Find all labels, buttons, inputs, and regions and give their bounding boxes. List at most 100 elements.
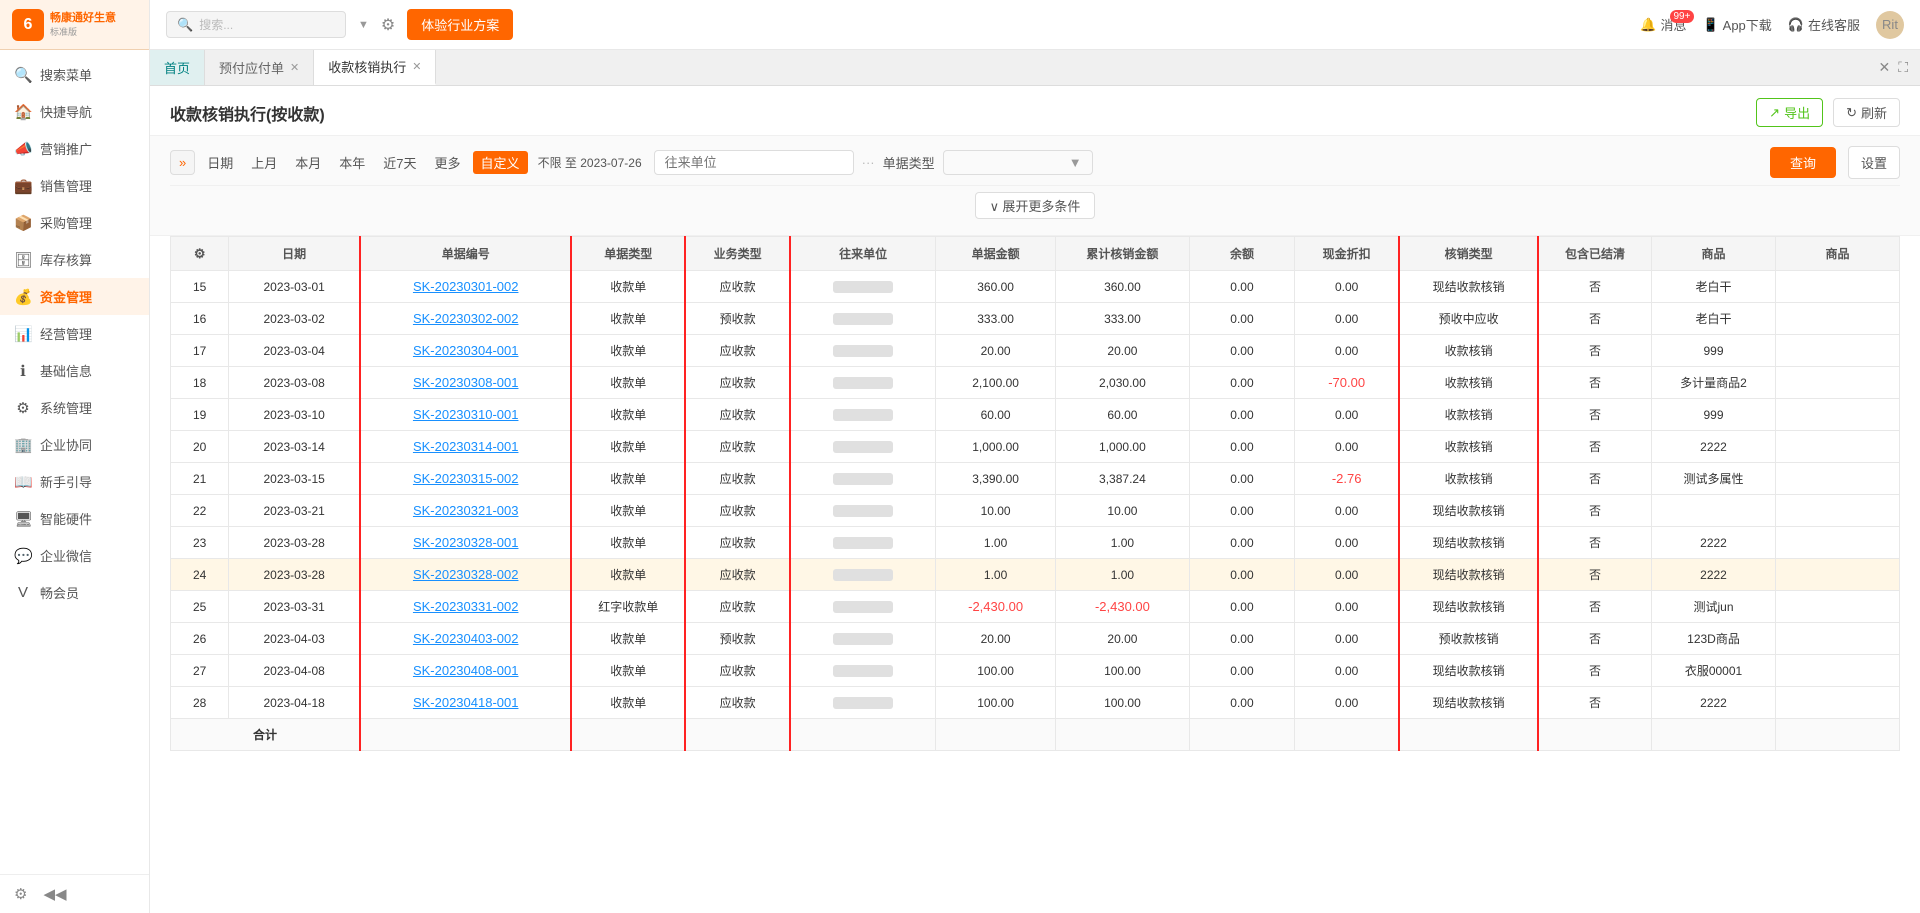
- sidebar-item-sales[interactable]: 💼销售管理: [0, 167, 149, 204]
- doc-link[interactable]: SK-20230304-001: [413, 343, 519, 358]
- table-row: 17 2023-03-04 SK-20230304-001 收款单 应收款 20…: [171, 335, 1900, 367]
- collapse-icon[interactable]: ◀◀: [43, 885, 66, 903]
- doc-link[interactable]: SK-20230403-002: [413, 631, 519, 646]
- cell-writeoff-type: 现结收款核销: [1399, 527, 1537, 559]
- th-cum-amount: 累计核销金额: [1055, 237, 1189, 271]
- doc-link[interactable]: SK-20230301-002: [413, 279, 519, 294]
- cell-no: 20: [171, 431, 229, 463]
- cell-balance: 0.00: [1189, 559, 1294, 591]
- filter-expand-row: ∨ 展开更多条件: [170, 185, 1900, 225]
- settings-icon[interactable]: ⚙: [14, 885, 27, 903]
- th-balance: 余额: [1189, 237, 1294, 271]
- chevron-down-icon: ∨: [990, 199, 1000, 214]
- date-last-7days[interactable]: 近7天: [377, 151, 422, 174]
- sidebar-item-operation[interactable]: 📊经营管理: [0, 315, 149, 352]
- sidebar-item-hardware[interactable]: 🖥智能硬件: [0, 500, 149, 537]
- wechat-icon: 💬: [14, 547, 32, 565]
- close-all-icon[interactable]: ✕: [1878, 59, 1890, 76]
- th-amount: 单据金额: [936, 237, 1056, 271]
- sidebar-label-system: 系统管理: [40, 398, 92, 417]
- cell-cum-amount: 100.00: [1055, 655, 1189, 687]
- query-button[interactable]: 查询: [1770, 147, 1836, 178]
- sidebar-item-finance[interactable]: 💰资金管理: [0, 278, 149, 315]
- date-this-month[interactable]: 本月: [289, 151, 327, 174]
- doc-link[interactable]: SK-20230408-001: [413, 663, 519, 678]
- cell-date: 2023-03-01: [229, 271, 360, 303]
- table-row: 15 2023-03-01 SK-20230301-002 收款单 应收款 36…: [171, 271, 1900, 303]
- cell-doc-type: 收款单: [571, 431, 685, 463]
- tab-receipt-writeoff[interactable]: 收款核销执行✕: [314, 50, 436, 85]
- sidebar-item-corp[interactable]: 🏢企业协同: [0, 426, 149, 463]
- sidebar-bottom: ⚙ ◀◀: [0, 874, 149, 913]
- filter-expand-button[interactable]: »: [170, 150, 195, 175]
- date-more[interactable]: 更多: [429, 151, 467, 174]
- cell-goods1: 2222: [1652, 687, 1776, 719]
- cell-biz-type: 应收款: [685, 431, 790, 463]
- sidebar-item-shortcut[interactable]: 🏠快捷导航: [0, 93, 149, 130]
- doc-link[interactable]: SK-20230328-001: [413, 535, 519, 550]
- cell-no: 23: [171, 527, 229, 559]
- expand-icon[interactable]: ⛶: [1898, 59, 1908, 76]
- tab-close-pre-payable[interactable]: ✕: [290, 61, 299, 74]
- cell-doc-type: 收款单: [571, 271, 685, 303]
- doc-link[interactable]: SK-20230331-002: [413, 599, 519, 614]
- cell-writeoff-type: 收款核销: [1399, 399, 1537, 431]
- tab-pre-payable[interactable]: 预付应付单✕: [205, 50, 314, 85]
- doc-link[interactable]: SK-20230308-001: [413, 375, 519, 390]
- user-avatar[interactable]: Rit: [1876, 11, 1904, 39]
- topbar-dropdown-icon[interactable]: ▼: [358, 19, 369, 31]
- topbar-search[interactable]: 🔍 搜索...: [166, 11, 346, 38]
- doc-type-select[interactable]: ▼: [943, 150, 1093, 175]
- cell-unit: [790, 687, 936, 719]
- cell-balance: 0.00: [1189, 591, 1294, 623]
- sidebar-item-marketing[interactable]: 📣营销推广: [0, 130, 149, 167]
- sidebar-item-purchase[interactable]: 📦采购管理: [0, 204, 149, 241]
- date-last-month[interactable]: 上月: [245, 151, 283, 174]
- cell-amount: 20.00: [936, 623, 1056, 655]
- doc-link[interactable]: SK-20230321-003: [413, 503, 519, 518]
- cell-cum-amount: 1.00: [1055, 527, 1189, 559]
- tab-close-receipt-writeoff[interactable]: ✕: [412, 60, 421, 73]
- filter-settings-button[interactable]: 设置: [1848, 146, 1900, 179]
- sidebar-item-member[interactable]: V畅会员: [0, 574, 149, 611]
- cell-unit: [790, 559, 936, 591]
- table-row: 16 2023-03-02 SK-20230302-002 收款单 预收款 33…: [171, 303, 1900, 335]
- basic-icon: ℹ: [14, 362, 32, 380]
- cell-biz-type: 应收款: [685, 655, 790, 687]
- cell-doc-type: 收款单: [571, 687, 685, 719]
- expand-more-button[interactable]: ∨ 展开更多条件: [975, 192, 1096, 219]
- cell-date: 2023-03-15: [229, 463, 360, 495]
- cell-biz-type: 应收款: [685, 271, 790, 303]
- doc-link[interactable]: SK-20230302-002: [413, 311, 519, 326]
- tab-home[interactable]: 首页: [150, 50, 205, 85]
- date-this-year[interactable]: 本年: [333, 151, 371, 174]
- th-settings[interactable]: ⚙: [171, 237, 229, 271]
- cell-goods2: [1775, 527, 1899, 559]
- unit-input[interactable]: [654, 150, 854, 175]
- cell-biz-type: 应收款: [685, 495, 790, 527]
- gear-icon[interactable]: ⚙: [381, 15, 395, 35]
- doc-link[interactable]: SK-20230315-002: [413, 471, 519, 486]
- th-doc-type: 单据类型: [571, 237, 685, 271]
- refresh-button[interactable]: ↻ 刷新: [1833, 98, 1900, 127]
- doc-link[interactable]: SK-20230314-001: [413, 439, 519, 454]
- sidebar-item-search[interactable]: 🔍搜索菜单: [0, 56, 149, 93]
- app-download-btn[interactable]: 📱 App下载: [1702, 15, 1771, 34]
- sidebar-item-guide[interactable]: 📖新手引导: [0, 463, 149, 500]
- sidebar-item-wechat[interactable]: 💬企业微信: [0, 537, 149, 574]
- cell-settled: 否: [1538, 367, 1652, 399]
- doc-link[interactable]: SK-20230418-001: [413, 695, 519, 710]
- date-custom[interactable]: 自定义: [473, 151, 528, 174]
- sidebar-item-inventory[interactable]: 🗄库存核算: [0, 241, 149, 278]
- notification-btn[interactable]: 🔔 消息 99+: [1640, 15, 1686, 34]
- sidebar-item-system[interactable]: ⚙系统管理: [0, 389, 149, 426]
- cell-cum-amount: 100.00: [1055, 687, 1189, 719]
- cell-balance: 0.00: [1189, 335, 1294, 367]
- doc-link[interactable]: SK-20230328-002: [413, 567, 519, 582]
- doc-link[interactable]: SK-20230310-001: [413, 407, 519, 422]
- sidebar-item-basic[interactable]: ℹ基础信息: [0, 352, 149, 389]
- online-service-btn[interactable]: 🎧 在线客服: [1788, 15, 1860, 34]
- cell-goods2: [1775, 335, 1899, 367]
- export-button[interactable]: ↗ 导出: [1756, 98, 1823, 127]
- solution-button[interactable]: 体验行业方案: [407, 9, 513, 40]
